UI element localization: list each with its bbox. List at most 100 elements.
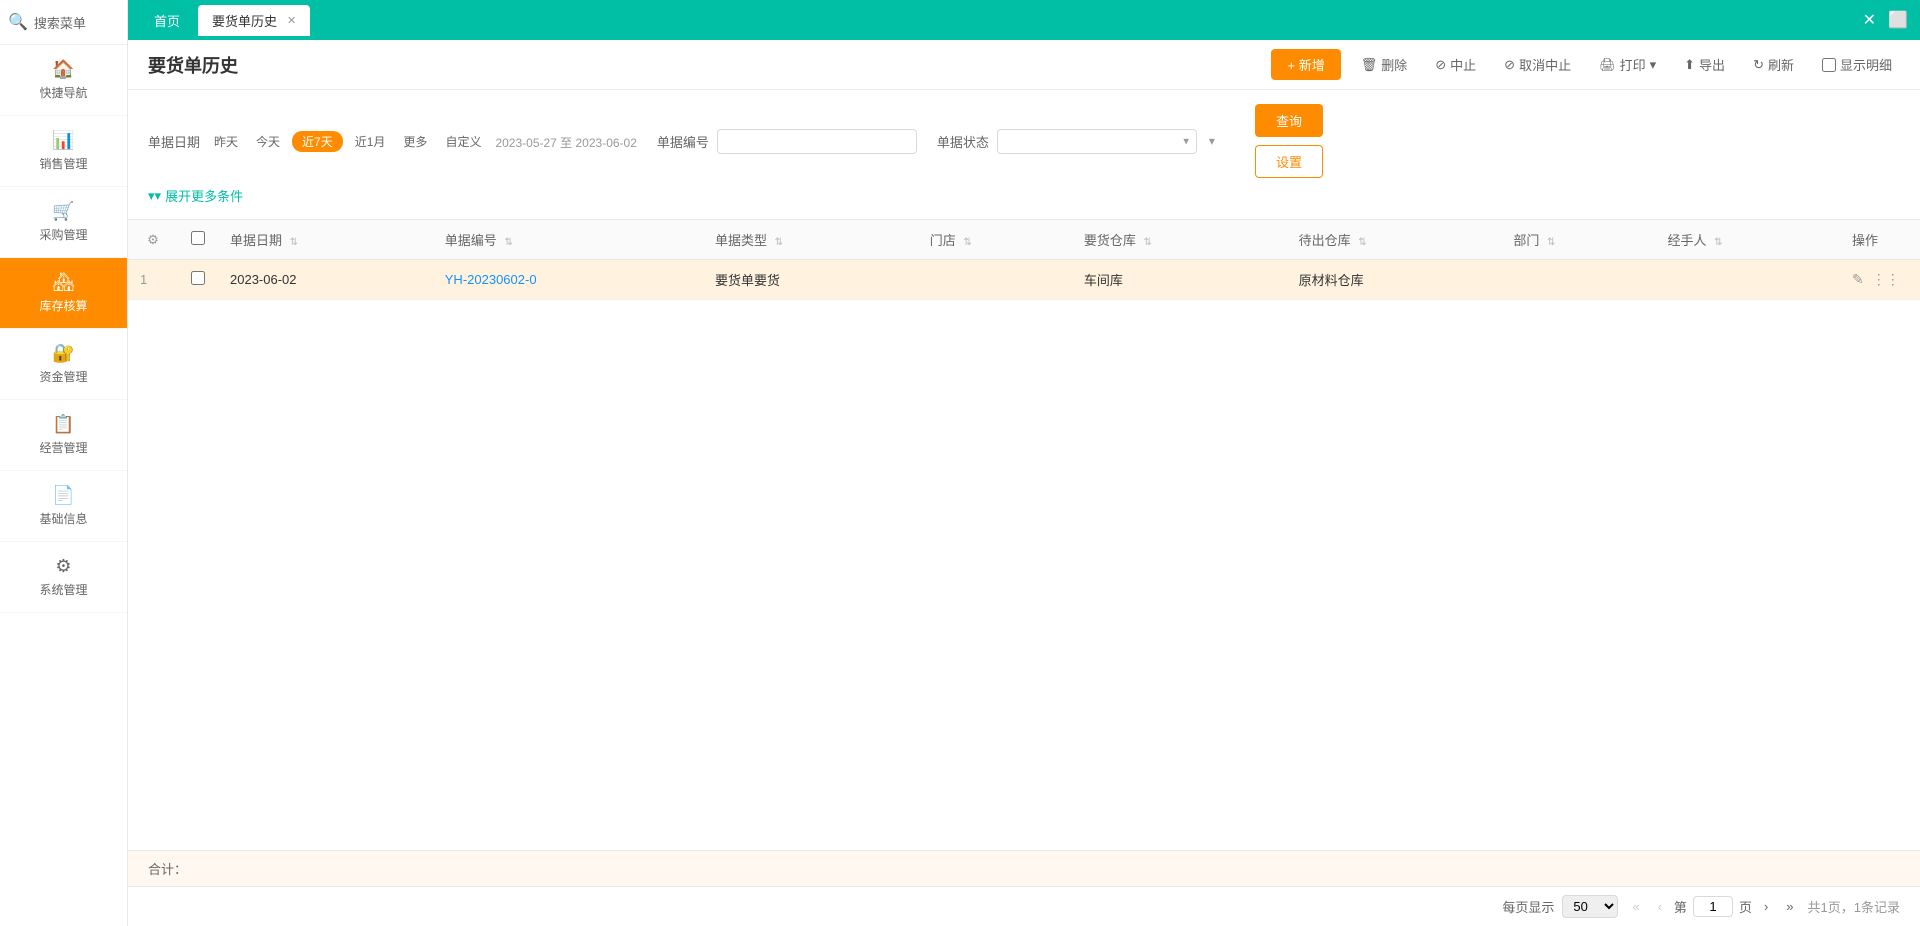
col-req-warehouse-sort-icon: ⇅ [1144,237,1152,248]
date-filter-buttons: 昨天 今天 近7天 近1月 更多 自定义 [208,131,487,152]
tab-requisition-history[interactable]: 要货单历史 ✕ [198,5,310,36]
page-title: 要货单历史 [148,52,238,78]
filter-actions: 查询 设置 [1255,104,1323,178]
col-date-sort-icon: ⇅ [290,237,298,248]
page-number-input[interactable] [1693,896,1733,917]
col-handler[interactable]: 经手人 ⇅ [1655,220,1840,260]
table-settings-column[interactable]: ⚙ [128,220,178,260]
sidebar-item-quick-nav[interactable]: 🏠 快捷导航 [0,45,127,116]
expand-filter-button[interactable]: ▾▾ 展开更多条件 [148,186,1900,205]
col-doctype-label: 单据类型 [715,233,767,248]
date-btn-today[interactable]: 今天 [250,131,286,152]
col-operation: 操作 [1840,220,1920,260]
col-pending-warehouse[interactable]: 待出仓库 ⇅ [1287,220,1502,260]
footer-total-label: 合计： [148,862,187,877]
docno-filter-input[interactable] [717,129,917,154]
col-doctype[interactable]: 单据类型 ⇅ [703,220,918,260]
table-footer: 合计： [128,850,1920,886]
sidebar-item-inventory[interactable]: 🏘 库存核算 [0,258,127,329]
page-label: 第 [1674,897,1687,916]
row-handler [1655,260,1840,300]
page-size-select[interactable]: 50 100 200 [1562,895,1618,918]
page-suffix: 页 [1739,897,1752,916]
lock-icon: 🔐 [52,343,74,364]
sidebar-item-operation[interactable]: 📋 经营管理 [0,400,127,471]
clipboard-icon: 📋 [52,414,74,435]
show-detail-label: 显示明细 [1840,55,1892,74]
sidebar-item-system[interactable]: ⚙ 系统管理 [0,542,127,613]
status-filter-label: 单据状态 [937,132,989,151]
filter-status-item: 单据状态 ▾ [937,129,1215,154]
inventory-icon: 🏘 [52,272,75,293]
print-icon: 🖨 [1599,57,1616,73]
print-button[interactable]: 🖨 打印 ▾ [1591,51,1664,78]
col-department[interactable]: 部门 ⇅ [1501,220,1655,260]
table-checkbox-column [178,220,218,260]
show-detail-checkbox[interactable]: 显示明细 [1814,51,1900,78]
sidebar-item-label: 库存核算 [39,297,87,314]
sidebar-item-basic[interactable]: 📄 基础信息 [0,471,127,542]
tab-close-icon[interactable]: ✕ [287,14,296,27]
sidebar-item-purchase[interactable]: 🛒 采购管理 [0,187,127,258]
set-button[interactable]: 设置 [1255,145,1323,178]
date-btn-week7[interactable]: 近7天 [292,131,343,152]
page-header: 要货单历史 + 新增 🗑 删除 ⊘ 中止 ⊘ 取消中止 🖨 打印 [128,40,1920,90]
row-docno: YH-20230602-0 [433,260,703,300]
sidebar-item-label: 资金管理 [39,368,87,385]
window-close-button[interactable]: ✕ [1863,10,1876,30]
export-button[interactable]: ⬆ 导出 [1676,51,1733,78]
delete-icon: 🗑 [1361,57,1378,73]
sidebar-search[interactable]: 🔍 搜索菜单 [0,0,127,45]
page-prev-button[interactable]: ‹ [1652,897,1668,916]
col-store[interactable]: 门店 ⇅ [918,220,1072,260]
page-size-label: 每页显示 [1502,897,1554,916]
window-maximize-button[interactable]: ⬜ [1888,10,1908,30]
row-num: 1 [128,260,178,300]
home-icon: 🏠 [52,59,74,80]
col-docno[interactable]: 单据编号 ⇅ [433,220,703,260]
page-last-button[interactable]: » [1780,897,1799,916]
col-department-sort-icon: ⇅ [1547,237,1555,248]
sidebar-item-finance[interactable]: 🔐 资金管理 [0,329,127,400]
sidebar-item-label: 采购管理 [39,226,87,243]
col-date[interactable]: 单据日期 ⇅ [218,220,433,260]
add-button[interactable]: + 新增 [1271,49,1340,80]
page-next-button[interactable]: › [1758,897,1774,916]
filter-row: 单据日期 昨天 今天 近7天 近1月 更多 自定义 2023-05-27 至 2… [148,104,1900,178]
date-btn-custom[interactable]: 自定义 [439,131,487,152]
select-all-checkbox[interactable] [191,231,205,245]
query-button[interactable]: 查询 [1255,104,1323,137]
print-label: 打印 [1620,55,1646,74]
stop-button[interactable]: ⊘ 中止 [1427,51,1484,78]
row-docno-link[interactable]: YH-20230602-0 [445,272,537,287]
col-req-warehouse-label: 要货仓库 [1084,233,1136,248]
expand-icon: ▾▾ [148,188,161,204]
col-docno-label: 单据编号 [445,233,497,248]
page-navigation: « ‹ 第 页 › » [1626,896,1799,917]
row-more-icon[interactable]: ⋮⋮ [1872,271,1900,288]
date-btn-yesterday[interactable]: 昨天 [208,131,244,152]
stop-icon: ⊘ [1435,57,1446,73]
sidebar-item-label: 经营管理 [39,439,87,456]
delete-button[interactable]: 🗑 删除 [1353,51,1416,78]
date-btn-more[interactable]: 更多 [397,131,433,152]
row-date: 2023-06-02 [218,260,433,300]
toolbar: + 新增 🗑 删除 ⊘ 中止 ⊘ 取消中止 🖨 打印 ▾ [1271,49,1900,80]
page-first-button[interactable]: « [1626,897,1645,916]
row-edit-icon[interactable]: ✎ [1852,271,1864,288]
stop-label: 中止 [1450,55,1476,74]
row-operation: ✎ ⋮⋮ [1840,260,1920,300]
refresh-label: 刷新 [1768,55,1794,74]
row-checkbox[interactable] [191,271,205,285]
cancel-stop-label: 取消中止 [1519,55,1571,74]
sidebar-item-sales[interactable]: 📊 销售管理 [0,116,127,187]
tab-home[interactable]: 首页 [140,5,194,36]
content-area: 要货单历史 + 新增 🗑 删除 ⊘ 中止 ⊘ 取消中止 🖨 打印 [128,40,1920,926]
col-req-warehouse[interactable]: 要货仓库 ⇅ [1072,220,1287,260]
filter-docno-item: 单据编号 [657,129,917,154]
status-filter-select[interactable] [997,129,1197,154]
cancel-stop-button[interactable]: ⊘ 取消中止 [1496,51,1579,78]
refresh-button[interactable]: ↻ 刷新 [1745,51,1802,78]
date-btn-month1[interactable]: 近1月 [349,131,392,152]
show-detail-check[interactable] [1822,58,1836,72]
